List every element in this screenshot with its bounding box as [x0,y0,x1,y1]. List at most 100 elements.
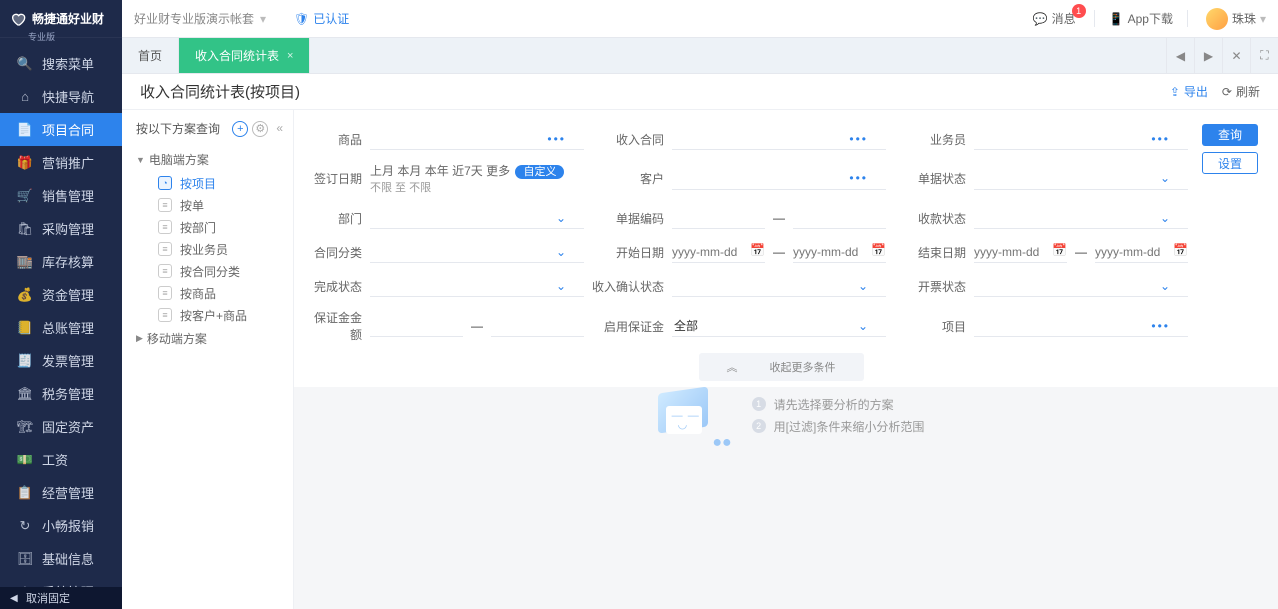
scheme-by-category[interactable]: ≡按合同分类 [158,260,293,282]
date-custom[interactable]: 自定义 [515,165,564,179]
dept-select[interactable]: ⌄ [370,207,584,229]
verified-badge[interactable]: 🛡 已认证 [294,10,349,27]
add-scheme-button[interactable]: + [232,121,248,137]
scheme-by-salesman[interactable]: ≡按业务员 [158,238,293,260]
top-bar: 好业财专业版演示帐套 ▾ 🛡 已认证 💬 消息 1 📱 App下载 珠珠 ▾ [122,0,1278,38]
contract-cat-select[interactable]: ⌄ [370,241,584,263]
empty-step-1: 请先选择要分析的方案 [774,396,894,413]
doc-status-select[interactable]: ⌄ [974,168,1188,190]
project-input[interactable]: ••• [974,315,1188,337]
doc-no-to-input[interactable] [793,207,886,229]
close-icon[interactable]: × [287,50,293,62]
chevron-down-icon[interactable]: ⌄ [858,279,868,293]
deposit-to-input[interactable] [491,315,584,337]
ellipsis-icon[interactable]: ••• [1151,319,1170,333]
tab-home[interactable]: 首页 [122,38,179,73]
chevron-down-icon[interactable]: ⌄ [1160,171,1170,185]
collapse-panel-button[interactable]: « [276,121,283,137]
calendar-icon[interactable]: 📅 [1173,243,1188,257]
menu-purchase[interactable]: 🛍采购管理 [0,212,122,245]
chevron-down-icon[interactable]: ⌄ [1160,211,1170,225]
income-confirm-select[interactable]: ⌄ [672,275,886,297]
menu-salary[interactable]: 💵工资 [0,443,122,476]
date-last-month[interactable]: 上月 [370,164,394,178]
menu-marketing[interactable]: 🎁营销推广 [0,146,122,179]
export-button[interactable]: ⇪导出 [1170,83,1208,100]
list-icon: 📋 [18,486,32,500]
user-menu[interactable]: 珠珠 ▾ [1206,8,1266,30]
tab-active[interactable]: 收入合同统计表 × [179,38,310,73]
goods-input[interactable]: ••• [370,128,584,150]
date-last7[interactable]: 近7天 [452,164,483,178]
calendar-icon[interactable]: 📅 [750,243,765,257]
chevron-down-icon[interactable]: ⌄ [556,279,566,293]
brand-name: 畅捷通好业财 [32,10,104,27]
lbl-income-contract: 收入合同 [588,122,668,156]
chevron-down-icon[interactable]: ⌄ [556,245,566,259]
lbl-sign-date: 签订日期 [300,156,366,201]
collapse-filters-button[interactable]: ︽ 收起更多条件 [699,353,864,381]
tab-close-all-button[interactable]: ✕ [1222,38,1250,74]
menu-ledger[interactable]: 📒总账管理 [0,311,122,344]
download-button[interactable]: 📱 App下载 [1094,10,1188,27]
menu-project-contract[interactable]: 📄项目合同 [0,113,122,146]
lbl-income-confirm: 收入确认状态 [588,269,668,303]
start-date-to-input[interactable]: 📅 [793,241,886,263]
date-this-month[interactable]: 本月 [397,164,421,178]
fullscreen-button[interactable]: ⛶ [1250,38,1278,74]
ellipsis-icon[interactable]: ••• [547,132,566,146]
start-date-from-input[interactable]: 📅 [672,241,765,263]
menu-inventory[interactable]: 🏬库存核算 [0,245,122,278]
receipt-status-select[interactable]: ⌄ [974,207,1188,229]
tenant-selector[interactable]: 好业财专业版演示帐套 ▾ [134,10,266,27]
menu-reimburse[interactable]: ↻小畅报销 [0,509,122,542]
menu-operation[interactable]: 📋经营管理 [0,476,122,509]
chevron-down-icon[interactable]: ⌄ [858,319,868,333]
refresh-button[interactable]: ⟳刷新 [1222,83,1260,100]
chart-icon: ≡ [158,220,172,234]
scheme-settings-button[interactable]: ⚙ [252,121,268,137]
chevron-down-icon[interactable]: ⌄ [1160,279,1170,293]
menu-quicknav[interactable]: ⌂快捷导航 [0,80,122,113]
enable-deposit-select[interactable]: ⌄ [672,315,886,337]
end-date-to-input[interactable]: 📅 [1095,241,1188,263]
settings-button[interactable]: 设置 [1202,152,1258,174]
scheme-group-mobile[interactable]: ▶移动端方案 [136,326,293,351]
scheme-by-customer-goods[interactable]: ≡按客户+商品 [158,304,293,326]
menu-search[interactable]: 🔍搜索菜单 [0,47,122,80]
scheme-by-goods[interactable]: ≡按商品 [158,282,293,304]
date-more[interactable]: 更多 [486,164,510,178]
scheme-group-desktop[interactable]: ▼电脑端方案 [136,147,293,172]
income-contract-input[interactable]: ••• [672,128,886,150]
menu-invoice[interactable]: 🧾发票管理 [0,344,122,377]
scheme-by-doc[interactable]: ≡按单 [158,194,293,216]
menu-sales[interactable]: 🛒销售管理 [0,179,122,212]
ellipsis-icon[interactable]: ••• [849,132,868,146]
deposit-from-input[interactable] [370,315,463,337]
scheme-by-project[interactable]: ◔按项目 [158,172,293,194]
calendar-icon[interactable]: 📅 [871,243,886,257]
pin-toggle[interactable]: 取消固定 [0,587,122,609]
customer-input[interactable]: ••• [672,168,886,190]
ellipsis-icon[interactable]: ••• [849,171,868,185]
scheme-by-dept[interactable]: ≡按部门 [158,216,293,238]
empty-illustration: ●● [648,380,728,450]
menu-asset[interactable]: 🏗固定资产 [0,410,122,443]
menu-base[interactable]: 🗄基础信息 [0,542,122,575]
finish-status-select[interactable]: ⌄ [370,275,584,297]
tab-prev-button[interactable]: ◀ [1166,38,1194,74]
query-button[interactable]: 查询 [1202,124,1258,146]
end-date-from-input[interactable]: 📅 [974,241,1067,263]
tab-next-button[interactable]: ▶ [1194,38,1222,74]
messages-button[interactable]: 💬 消息 1 [1033,10,1076,27]
date-this-year[interactable]: 本年 [425,164,449,178]
salesman-input[interactable]: ••• [974,128,1188,150]
lbl-start-date: 开始日期 [588,235,668,269]
menu-tax[interactable]: 🏛税务管理 [0,377,122,410]
ellipsis-icon[interactable]: ••• [1151,132,1170,146]
invoice-status-select[interactable]: ⌄ [974,275,1188,297]
calendar-icon[interactable]: 📅 [1052,243,1067,257]
menu-finance[interactable]: 💰资金管理 [0,278,122,311]
chevron-down-icon[interactable]: ⌄ [556,211,566,225]
doc-no-from-input[interactable] [672,207,765,229]
